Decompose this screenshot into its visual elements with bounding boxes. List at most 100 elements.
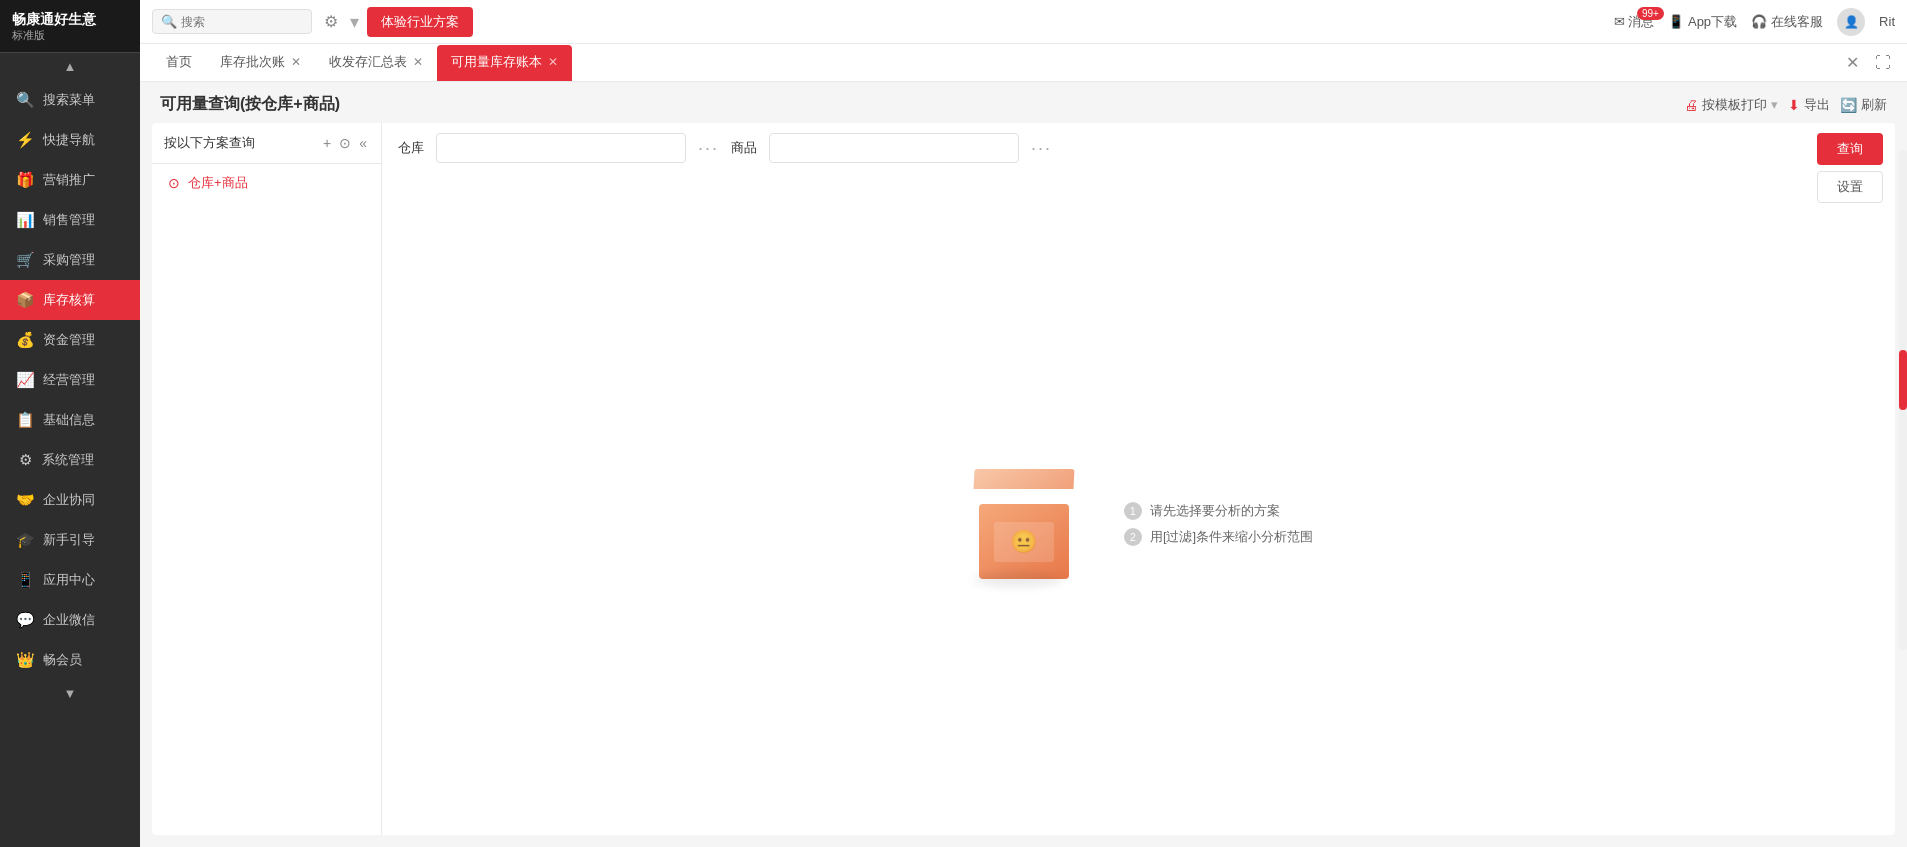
sidebar-item-wechat[interactable]: 💬 企业微信 xyxy=(0,600,140,640)
expand-button[interactable]: ⛶ xyxy=(1871,50,1895,76)
newbie-icon: 🎓 xyxy=(16,531,35,549)
online-service-label: 在线客服 xyxy=(1771,13,1823,31)
sidebar-scroll-down[interactable]: ▼ xyxy=(0,680,140,707)
page-actions: 🖨 按模板打印 ▾ ⬇ 导出 🔄 刷新 xyxy=(1684,96,1887,114)
tab-label: 库存批次账 xyxy=(220,53,285,71)
sidebar-item-vip[interactable]: 👑 畅会员 xyxy=(0,640,140,680)
dropdown-icon[interactable]: ▾ xyxy=(350,11,359,33)
empty-illustration: 😐 xyxy=(964,469,1084,579)
warehouse-input[interactable] xyxy=(436,133,686,163)
close-tab-button[interactable]: ✕ xyxy=(1842,49,1863,76)
empty-state-content: 😐 1 请先选择要分析的方案 2 xyxy=(964,469,1313,579)
sidebar-item-label: 基础信息 xyxy=(43,411,95,429)
box-icon: 😐 xyxy=(1010,529,1037,555)
right-panel: 仓库 ··· 商品 ··· 查询 设置 xyxy=(382,123,1895,835)
query-settings-col: 查询 设置 xyxy=(1805,123,1895,213)
enterprise-icon: 🤝 xyxy=(16,491,35,509)
operations-icon: 📈 xyxy=(16,371,35,389)
tab-close-icon[interactable]: ✕ xyxy=(291,55,301,69)
warehouse-label: 仓库 xyxy=(398,139,424,157)
print-button[interactable]: 🖨 按模板打印 ▾ xyxy=(1684,96,1778,114)
scrollbar-thumb[interactable] xyxy=(1899,350,1907,410)
app-download-icon: 📱 xyxy=(1668,14,1684,29)
sidebar-item-purchase[interactable]: 🛒 采购管理 xyxy=(0,240,140,280)
product-label: 商品 xyxy=(731,139,757,157)
tip-num-2: 2 xyxy=(1124,528,1142,546)
tip-text-2: 用[过滤]条件来缩小分析范围 xyxy=(1150,528,1313,546)
left-panel-header: 按以下方案查询 + ⊙ « xyxy=(152,123,381,164)
refresh-button[interactable]: 🔄 刷新 xyxy=(1840,96,1887,114)
refresh-label: 刷新 xyxy=(1861,96,1887,114)
sidebar-item-operations[interactable]: 📈 经营管理 xyxy=(0,360,140,400)
search-input[interactable] xyxy=(181,15,281,29)
message-icon: ✉ xyxy=(1614,14,1625,29)
left-panel-title: 按以下方案查询 xyxy=(164,134,313,152)
content-area: 按以下方案查询 + ⊙ « ⊙ 仓库+商品 仓库 ··· xyxy=(152,123,1895,835)
purchase-icon: 🛒 xyxy=(16,251,35,269)
collapse-panel-button[interactable]: « xyxy=(357,133,369,153)
sidebar-item-basic-info[interactable]: 📋 基础信息 xyxy=(0,400,140,440)
gear-icon[interactable]: ⚙ xyxy=(324,12,338,31)
topbar-search-box[interactable]: 🔍 xyxy=(152,9,312,34)
app-center-icon: 📱 xyxy=(16,571,35,589)
message-badge[interactable]: ✉ 消息 99+ xyxy=(1614,13,1654,31)
query-button[interactable]: 查询 xyxy=(1817,133,1883,165)
settings-button[interactable]: 设置 xyxy=(1817,171,1883,203)
sidebar-item-system[interactable]: ⚙ 系统管理 xyxy=(0,440,140,480)
scheme-icon: ⊙ xyxy=(168,175,180,191)
scheme-label: 仓库+商品 xyxy=(188,174,248,192)
left-panel: 按以下方案查询 + ⊙ « ⊙ 仓库+商品 xyxy=(152,123,382,835)
search-icon: 🔍 xyxy=(161,14,177,29)
message-count: 99+ xyxy=(1637,7,1664,20)
print-label: 按模板打印 xyxy=(1702,96,1767,114)
sidebar-item-quick-nav[interactable]: ⚡ 快捷导航 xyxy=(0,120,140,160)
sidebar-item-enterprise[interactable]: 🤝 企业协同 xyxy=(0,480,140,520)
tip-text-1: 请先选择要分析的方案 xyxy=(1150,502,1280,520)
export-icon: ⬇ xyxy=(1788,97,1800,113)
marketing-icon: 🎁 xyxy=(16,171,35,189)
add-scheme-button[interactable]: + xyxy=(321,133,333,153)
sidebar-item-finance[interactable]: 💰 资金管理 xyxy=(0,320,140,360)
tab-close-icon[interactable]: ✕ xyxy=(413,55,423,69)
topbar-right: ✉ 消息 99+ 📱 App下载 🎧 在线客服 👤 Rit xyxy=(1614,8,1895,36)
sidebar-item-sales[interactable]: 📊 销售管理 xyxy=(0,200,140,240)
industry-solution-button[interactable]: 体验行业方案 xyxy=(367,7,473,37)
sidebar-item-label: 资金管理 xyxy=(43,331,95,349)
sidebar-item-marketing[interactable]: 🎁 营销推广 xyxy=(0,160,140,200)
product-input[interactable] xyxy=(769,133,1019,163)
app-download-btn[interactable]: 📱 App下载 xyxy=(1668,13,1737,31)
product-more-icon[interactable]: ··· xyxy=(1031,138,1052,159)
finance-icon: 💰 xyxy=(16,331,35,349)
online-service-btn[interactable]: 🎧 在线客服 xyxy=(1751,13,1823,31)
print-dropdown-icon[interactable]: ▾ xyxy=(1771,97,1778,112)
filters-section: 仓库 ··· 商品 ··· xyxy=(382,123,1805,179)
sidebar-item-label: 企业微信 xyxy=(43,611,95,629)
sidebar-item-inventory[interactable]: 📦 库存核算 xyxy=(0,280,140,320)
scheme-settings-button[interactable]: ⊙ xyxy=(337,133,353,153)
tab-label: 首页 xyxy=(166,53,192,71)
sidebar-scroll-up[interactable]: ▲ xyxy=(0,53,140,80)
tab-stock-summary[interactable]: 收发存汇总表 ✕ xyxy=(315,45,437,81)
sidebar-item-search[interactable]: 🔍 搜索菜单 xyxy=(0,80,140,120)
refresh-icon: 🔄 xyxy=(1840,97,1857,113)
topbar: 🔍 ⚙ ▾ 体验行业方案 ✉ 消息 99+ 📱 App下载 🎧 在线客服 👤 xyxy=(140,0,1907,44)
sidebar-item-label: 营销推广 xyxy=(43,171,95,189)
tab-inventory-batch[interactable]: 库存批次账 ✕ xyxy=(206,45,315,81)
scrollbar-track[interactable] xyxy=(1899,150,1907,650)
sidebar-item-label: 库存核算 xyxy=(43,291,95,309)
app-logo: 畅康通好生意 标准版 xyxy=(0,0,140,53)
tab-close-icon[interactable]: ✕ xyxy=(548,55,558,69)
tab-home[interactable]: 首页 xyxy=(152,45,206,81)
export-button[interactable]: ⬇ 导出 xyxy=(1788,96,1830,114)
sidebar-item-app-center[interactable]: 📱 应用中心 xyxy=(0,560,140,600)
tip-num-1: 1 xyxy=(1124,502,1142,520)
sidebar-item-label: 新手引导 xyxy=(43,531,95,549)
page-title: 可用量查询(按仓库+商品) xyxy=(160,94,340,115)
page-header: 可用量查询(按仓库+商品) 🖨 按模板打印 ▾ ⬇ 导出 🔄 刷新 xyxy=(140,82,1907,123)
basic-info-icon: 📋 xyxy=(16,411,35,429)
warehouse-more-icon[interactable]: ··· xyxy=(698,138,719,159)
scheme-item[interactable]: ⊙ 仓库+商品 xyxy=(152,164,381,202)
sidebar-item-newbie[interactable]: 🎓 新手引导 xyxy=(0,520,140,560)
box-shadow xyxy=(974,572,1064,587)
tab-available-stock[interactable]: 可用量库存账本 ✕ xyxy=(437,45,572,81)
